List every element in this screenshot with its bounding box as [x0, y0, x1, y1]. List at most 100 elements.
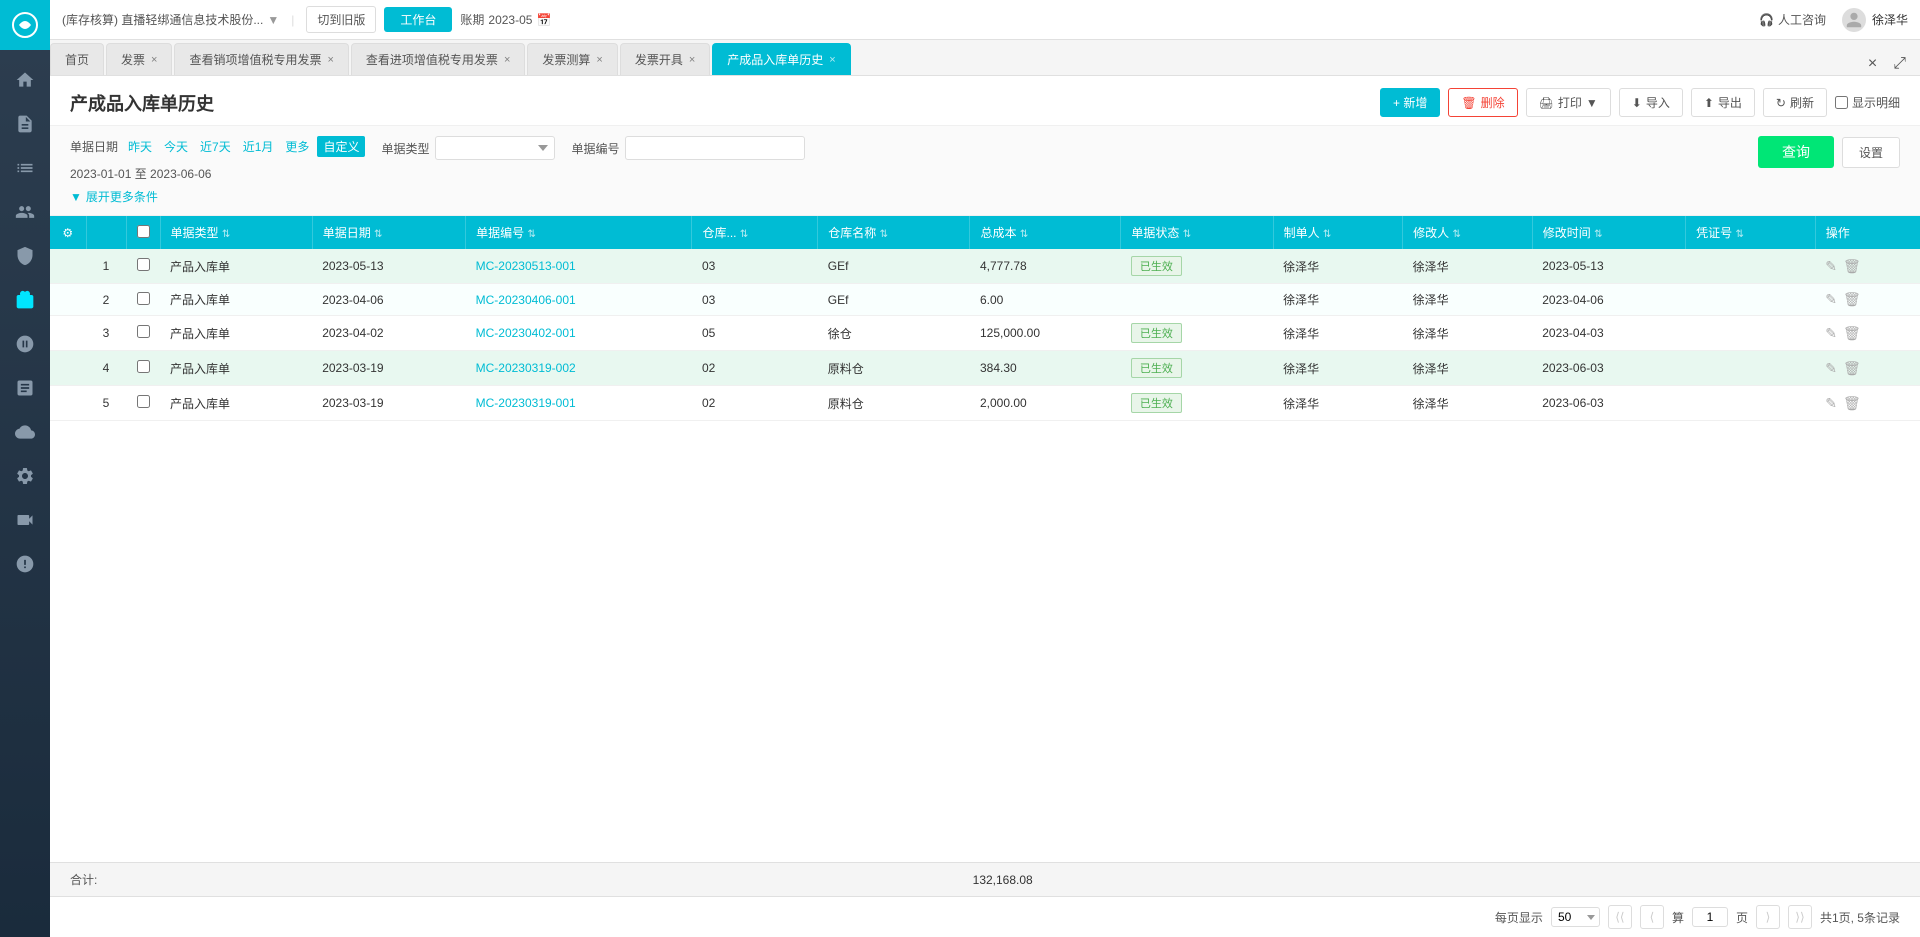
row-number-3[interactable]: MC-20230319-002 [466, 351, 692, 386]
export-button[interactable]: ⬆ 导出 [1691, 88, 1755, 117]
sidebar-item-version[interactable] [0, 542, 50, 586]
tab-product-in-history[interactable]: 产成品入库单历史 × [712, 43, 850, 75]
show-detail-checkbox[interactable] [1835, 96, 1848, 109]
next-page-button[interactable]: ⟩ [1756, 905, 1780, 929]
filter-settings-button[interactable]: 设置 [1842, 137, 1900, 168]
show-detail-checkbox-area[interactable]: 显示明细 [1835, 94, 1900, 111]
tab-home[interactable]: 首页 [50, 43, 104, 75]
row-delete-icon-4[interactable]: 🗑 [1843, 395, 1861, 412]
settings-gear-icon[interactable]: ⚙ [62, 226, 73, 240]
last-page-button[interactable]: ⟩⟩ [1788, 905, 1812, 929]
row-edit-icon-4[interactable]: ✎ [1825, 395, 1837, 412]
tab-product-in-history-close[interactable]: × [829, 54, 835, 66]
col-voucher[interactable]: 凭证号 ⇅ [1686, 216, 1816, 249]
row-delete-icon-2[interactable]: 🗑 [1843, 325, 1861, 342]
row-checkbox-3[interactable] [137, 360, 150, 373]
date-shortcut-more[interactable]: 更多 [281, 136, 313, 157]
row-check-4[interactable] [126, 386, 160, 421]
tab-invoice[interactable]: 发票 × [106, 43, 172, 75]
row-number-4[interactable]: MC-20230319-001 [466, 386, 692, 421]
sidebar-item-stamp[interactable] [0, 322, 50, 366]
select-all-checkbox[interactable] [137, 225, 150, 238]
col-modify-time[interactable]: 修改时间 ⇅ [1532, 216, 1685, 249]
sidebar-item-report[interactable] [0, 366, 50, 410]
col-total-cost[interactable]: 总成本 ⇅ [970, 216, 1121, 249]
row-checkbox-0[interactable] [137, 258, 150, 271]
row-number-link-1[interactable]: MC-20230406-001 [476, 293, 576, 307]
tab-view-sales-vat-close[interactable]: × [327, 54, 333, 66]
workbench-button[interactable]: 工作台 [384, 7, 452, 32]
row-checkbox-4[interactable] [137, 395, 150, 408]
tab-view-purchase-vat-close[interactable]: × [504, 54, 510, 66]
col-settings[interactable]: ⚙ [50, 216, 86, 249]
refresh-button[interactable]: ↻ 刷新 [1763, 88, 1827, 117]
row-edit-icon-3[interactable]: ✎ [1825, 360, 1837, 377]
company-selector[interactable]: (库存核算) 直播轻绑通信息技术股份... ▼ [62, 11, 279, 28]
row-check-2[interactable] [126, 316, 160, 351]
row-number-link-3[interactable]: MC-20230319-002 [476, 361, 576, 375]
tab-view-purchase-vat[interactable]: 查看进项增值税专用发票 × [351, 43, 525, 75]
row-checkbox-2[interactable] [137, 325, 150, 338]
prev-page-button[interactable]: ⟨ [1640, 905, 1664, 929]
page-input[interactable] [1692, 907, 1728, 927]
tab-invoice-calc[interactable]: 发票测算 × [527, 43, 617, 75]
row-number-link-4[interactable]: MC-20230319-001 [476, 396, 576, 410]
sidebar-item-settings[interactable] [0, 234, 50, 278]
date-shortcut-yesterday[interactable]: 昨天 [124, 136, 156, 157]
col-modifier[interactable]: 修改人 ⇅ [1403, 216, 1533, 249]
col-creator[interactable]: 制单人 ⇅ [1273, 216, 1403, 249]
row-number-1[interactable]: MC-20230406-001 [466, 284, 692, 316]
row-edit-icon-0[interactable]: ✎ [1825, 258, 1837, 275]
calendar-icon[interactable]: 📅 [536, 13, 551, 27]
row-check-0[interactable] [126, 249, 160, 284]
new-button[interactable]: + 新增 [1380, 88, 1440, 117]
col-warehouse-code[interactable]: 仓库... ⇅ [692, 216, 818, 249]
row-delete-icon-0[interactable]: 🗑 [1843, 258, 1861, 275]
delete-button[interactable]: 🗑 删除 [1448, 88, 1517, 117]
col-number[interactable]: 单据编号 ⇅ [466, 216, 692, 249]
sidebar-item-chart[interactable] [0, 146, 50, 190]
type-filter-select[interactable] [435, 136, 555, 160]
col-status[interactable]: 单据状态 ⇅ [1121, 216, 1273, 249]
col-warehouse-name[interactable]: 仓库名称 ⇅ [818, 216, 970, 249]
search-button[interactable]: 查询 [1758, 136, 1834, 168]
tab-close-all-button[interactable]: × [1862, 53, 1883, 75]
row-checkbox-1[interactable] [137, 292, 150, 305]
sidebar-item-cloud[interactable] [0, 410, 50, 454]
expand-more-button[interactable]: ▼ 展开更多条件 [70, 188, 1900, 205]
row-edit-icon-1[interactable]: ✎ [1825, 291, 1837, 308]
print-button[interactable]: 🖨 打印 ▼ [1526, 88, 1611, 117]
col-type[interactable]: 单据类型 ⇅ [160, 216, 312, 249]
col-date[interactable]: 单据日期 ⇅ [312, 216, 465, 249]
number-filter-input[interactable] [625, 136, 805, 160]
date-shortcut-custom[interactable]: 自定义 [317, 136, 365, 157]
tab-maximize-button[interactable]: ⤢ [1887, 53, 1912, 75]
tab-invoice-issue-close[interactable]: × [689, 54, 695, 66]
sidebar-item-video[interactable] [0, 498, 50, 542]
per-page-select[interactable]: 50 10 20 100 [1551, 907, 1600, 927]
row-number-link-0[interactable]: MC-20230513-001 [476, 259, 576, 273]
first-page-button[interactable]: ⟨⟨ [1608, 905, 1632, 929]
tab-invoice-close[interactable]: × [151, 54, 157, 66]
row-number-2[interactable]: MC-20230402-001 [466, 316, 692, 351]
row-check-3[interactable] [126, 351, 160, 386]
sidebar-item-inventory[interactable] [0, 278, 50, 322]
row-check-1[interactable] [126, 284, 160, 316]
date-shortcut-1month[interactable]: 近1月 [239, 136, 278, 157]
sidebar-item-home[interactable] [0, 58, 50, 102]
row-edit-icon-2[interactable]: ✎ [1825, 325, 1837, 342]
date-shortcut-today[interactable]: 今天 [160, 136, 192, 157]
sidebar-item-invoice[interactable] [0, 102, 50, 146]
switch-version-button[interactable]: 切到旧版 [306, 6, 376, 33]
col-check[interactable] [126, 216, 160, 249]
tab-invoice-calc-close[interactable]: × [596, 54, 602, 66]
tab-view-sales-vat[interactable]: 查看销项增值税专用发票 × [174, 43, 348, 75]
row-number-link-2[interactable]: MC-20230402-001 [476, 326, 576, 340]
user-info[interactable]: 徐泽华 [1842, 8, 1908, 32]
date-shortcut-7days[interactable]: 近7天 [196, 136, 235, 157]
row-delete-icon-3[interactable]: 🗑 [1843, 360, 1861, 377]
sidebar-item-config[interactable] [0, 454, 50, 498]
user-service[interactable]: 🎧 人工咨询 [1759, 11, 1826, 28]
row-delete-icon-1[interactable]: 🗑 [1843, 291, 1861, 308]
sidebar-item-users[interactable] [0, 190, 50, 234]
